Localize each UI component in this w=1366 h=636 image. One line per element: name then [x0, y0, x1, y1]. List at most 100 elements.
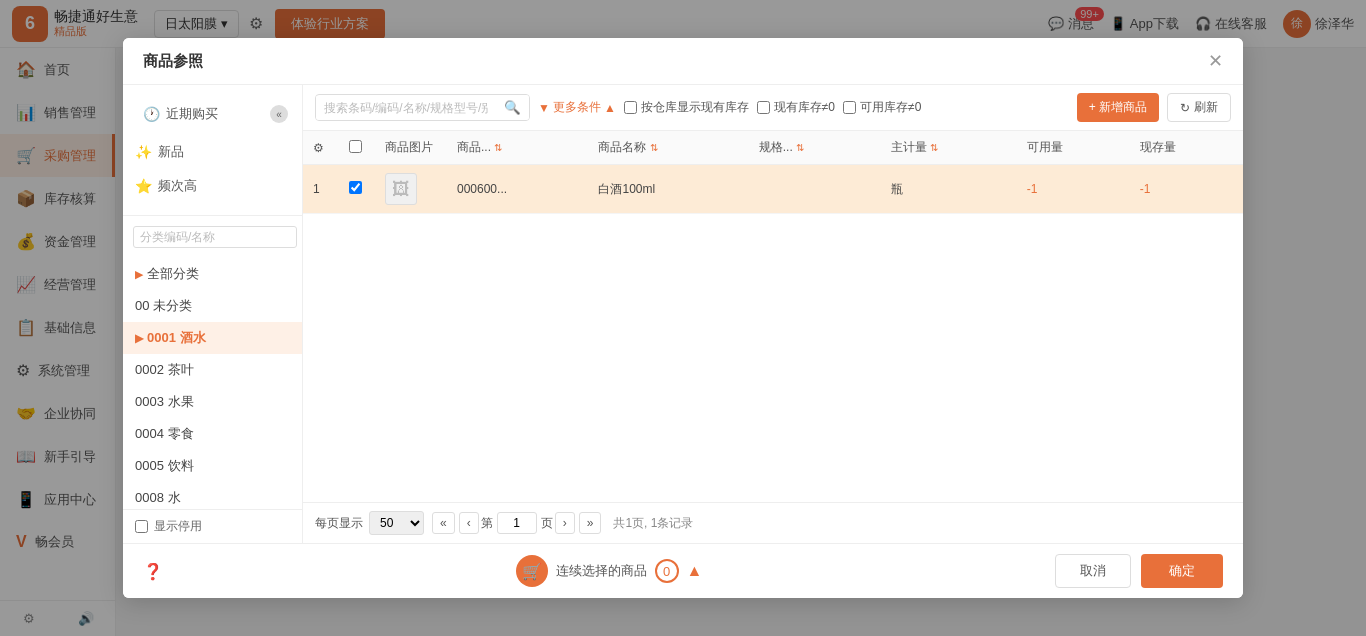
col-code-label: 商品... — [457, 140, 491, 154]
warehouse-stock-checkbox[interactable] — [624, 101, 637, 114]
confirm-button[interactable]: 确定 — [1141, 554, 1223, 588]
table-header: ⚙ 商品图片 商品... ⇅ 商品名称 ⇅ — [303, 131, 1243, 165]
category-search-input[interactable] — [133, 226, 297, 248]
filter-icon: ▼ — [538, 101, 550, 115]
table-body: 1 🖼 000600... 白酒100ml — [303, 165, 1243, 214]
tab-recent-purchase[interactable]: 🕐 近期购买 — [131, 97, 264, 131]
tab-new-products[interactable]: ✨ 新品 — [123, 135, 302, 169]
category-0001-label: 0001 酒水 — [147, 329, 206, 347]
category-all-label: 全部分类 — [147, 265, 199, 283]
category-0001[interactable]: ▶ 0001 酒水 — [123, 322, 302, 354]
sort-icon-spec: ⇅ — [796, 142, 804, 153]
cart-icon: 🛒 — [516, 555, 548, 587]
cart-label: 连续选择的商品 — [556, 562, 647, 580]
check-available-not-zero[interactable]: 现有库存≠0 — [757, 99, 835, 116]
show-disabled-label: 显示停用 — [154, 518, 202, 535]
arrow-icon: ▶ — [135, 268, 143, 281]
product-search-btn[interactable]: 🔍 — [496, 95, 529, 120]
product-search-box: 🔍 — [315, 94, 530, 121]
cart-collapse-icon[interactable]: ▲ — [687, 562, 703, 580]
usable-not-zero-checkbox[interactable] — [843, 101, 856, 114]
prev-page-btn[interactable]: ‹ — [459, 512, 479, 534]
col-name[interactable]: 商品名称 ⇅ — [588, 131, 748, 165]
tab-recent-label: 近期购买 — [166, 105, 218, 123]
category-0005[interactable]: 0005 饮料 — [123, 450, 302, 482]
product-thumbnail: 🖼 — [385, 173, 417, 205]
col-settings[interactable]: ⚙ — [303, 131, 339, 165]
modal-header: 商品参照 ✕ — [123, 38, 1243, 85]
category-0004-label: 0004 零食 — [135, 425, 194, 443]
per-page-label: 每页显示 — [315, 515, 363, 532]
category-0003[interactable]: 0003 水果 — [123, 386, 302, 418]
category-search: 🔍 — [123, 220, 302, 254]
product-search-input[interactable] — [316, 96, 496, 120]
row-code: 000600... — [447, 165, 588, 214]
help-icon[interactable]: ❓ — [143, 562, 163, 581]
col-code[interactable]: 商品... ⇅ — [447, 131, 588, 165]
star-icon: ⭐ — [135, 178, 152, 194]
close-icon[interactable]: ✕ — [1208, 50, 1223, 72]
col-image: 商品图片 — [375, 131, 447, 165]
col-spec-label: 规格... — [759, 140, 793, 154]
left-panel: 🕐 近期购买 « ✨ 新品 ⭐ 频次高 — [123, 85, 303, 543]
add-product-btn[interactable]: + 新增商品 — [1077, 93, 1159, 122]
right-panel: 🔍 ▼ 更多条件 ▲ 按仓库显示现有库存 现有库存≠0 — [303, 85, 1243, 543]
right-toolbar: 🔍 ▼ 更多条件 ▲ 按仓库显示现有库存 现有库存≠0 — [303, 85, 1243, 131]
category-0008[interactable]: 0008 水 — [123, 482, 302, 509]
check-available-label: 现有库存≠0 — [774, 99, 835, 116]
table-row[interactable]: 1 🖼 000600... 白酒100ml — [303, 165, 1243, 214]
product-table-container: ⚙ 商品图片 商品... ⇅ 商品名称 ⇅ — [303, 131, 1243, 502]
page-label: 第 — [481, 515, 493, 532]
check-usable-not-zero[interactable]: 可用库存≠0 — [843, 99, 921, 116]
show-disabled-area: 显示停用 — [123, 509, 302, 543]
category-0003-label: 0003 水果 — [135, 393, 194, 411]
col-available: 可用量 — [1017, 131, 1130, 165]
page-number-input[interactable] — [497, 512, 537, 534]
total-info: 共1页, 1条记录 — [613, 515, 693, 532]
category-0002-label: 0002 茶叶 — [135, 361, 194, 379]
left-panel-tabs: 🕐 近期购买 « ✨ 新品 ⭐ 频次高 — [123, 85, 302, 211]
category-0008-label: 0008 水 — [135, 489, 181, 507]
check-warehouse-stock[interactable]: 按仓库显示现有库存 — [624, 99, 749, 116]
row-available: -1 — [1017, 165, 1130, 214]
sort-icon-code: ⇅ — [494, 142, 502, 153]
next-page-btn[interactable]: › — [555, 512, 575, 534]
sort-icon-unit: ⇅ — [930, 142, 938, 153]
col-unit-label: 主计量 — [891, 140, 927, 154]
row-select-checkbox[interactable] — [349, 181, 362, 194]
show-disabled-checkbox[interactable] — [135, 520, 148, 533]
category-0002[interactable]: 0002 茶叶 — [123, 354, 302, 386]
row-unit: 瓶 — [881, 165, 1017, 214]
category-00[interactable]: 00 未分类 — [123, 290, 302, 322]
cancel-button[interactable]: 取消 — [1055, 554, 1131, 588]
col-stock: 现存量 — [1130, 131, 1243, 165]
collapse-left-btn[interactable]: « — [270, 105, 288, 123]
sort-icon-name: ⇅ — [650, 142, 658, 153]
cart-area: 🛒 连续选择的商品 0 ▲ — [516, 555, 703, 587]
page-suffix: 页 — [541, 515, 553, 532]
per-page-select[interactable]: 50 100 — [369, 511, 424, 535]
filter-more-label: 更多条件 — [553, 99, 601, 116]
toolbar-right: + 新增商品 ↻ 刷新 — [1077, 93, 1231, 122]
filter-arrow-icon: ▲ — [604, 101, 616, 115]
tab-frequent[interactable]: ⭐ 频次高 — [123, 169, 302, 203]
modal-title: 商品参照 — [143, 52, 203, 71]
category-0005-label: 0005 饮料 — [135, 457, 194, 475]
available-not-zero-checkbox[interactable] — [757, 101, 770, 114]
category-all[interactable]: ▶ 全部分类 — [123, 258, 302, 290]
modal-overlay: 商品参照 ✕ 🕐 近期购买 « ✨ 新品 — [0, 0, 1366, 636]
tab-new-label: 新品 — [158, 143, 184, 161]
product-reference-modal: 商品参照 ✕ 🕐 近期购买 « ✨ 新品 — [123, 38, 1243, 598]
filter-more-btn[interactable]: ▼ 更多条件 ▲ — [538, 99, 616, 116]
refresh-product-btn[interactable]: ↻ 刷新 — [1167, 93, 1231, 122]
select-all-checkbox[interactable] — [349, 140, 362, 153]
last-page-btn[interactable]: » — [579, 512, 602, 534]
new-icon: ✨ — [135, 144, 152, 160]
col-spec[interactable]: 规格... ⇅ — [749, 131, 881, 165]
divider — [123, 215, 302, 216]
col-unit[interactable]: 主计量 ⇅ — [881, 131, 1017, 165]
category-0004[interactable]: 0004 零食 — [123, 418, 302, 450]
first-page-btn[interactable]: « — [432, 512, 455, 534]
pagination-bar: 每页显示 50 100 « ‹ 第 页 › » 共1页, 1条记录 — [303, 502, 1243, 543]
product-table: ⚙ 商品图片 商品... ⇅ 商品名称 ⇅ — [303, 131, 1243, 214]
